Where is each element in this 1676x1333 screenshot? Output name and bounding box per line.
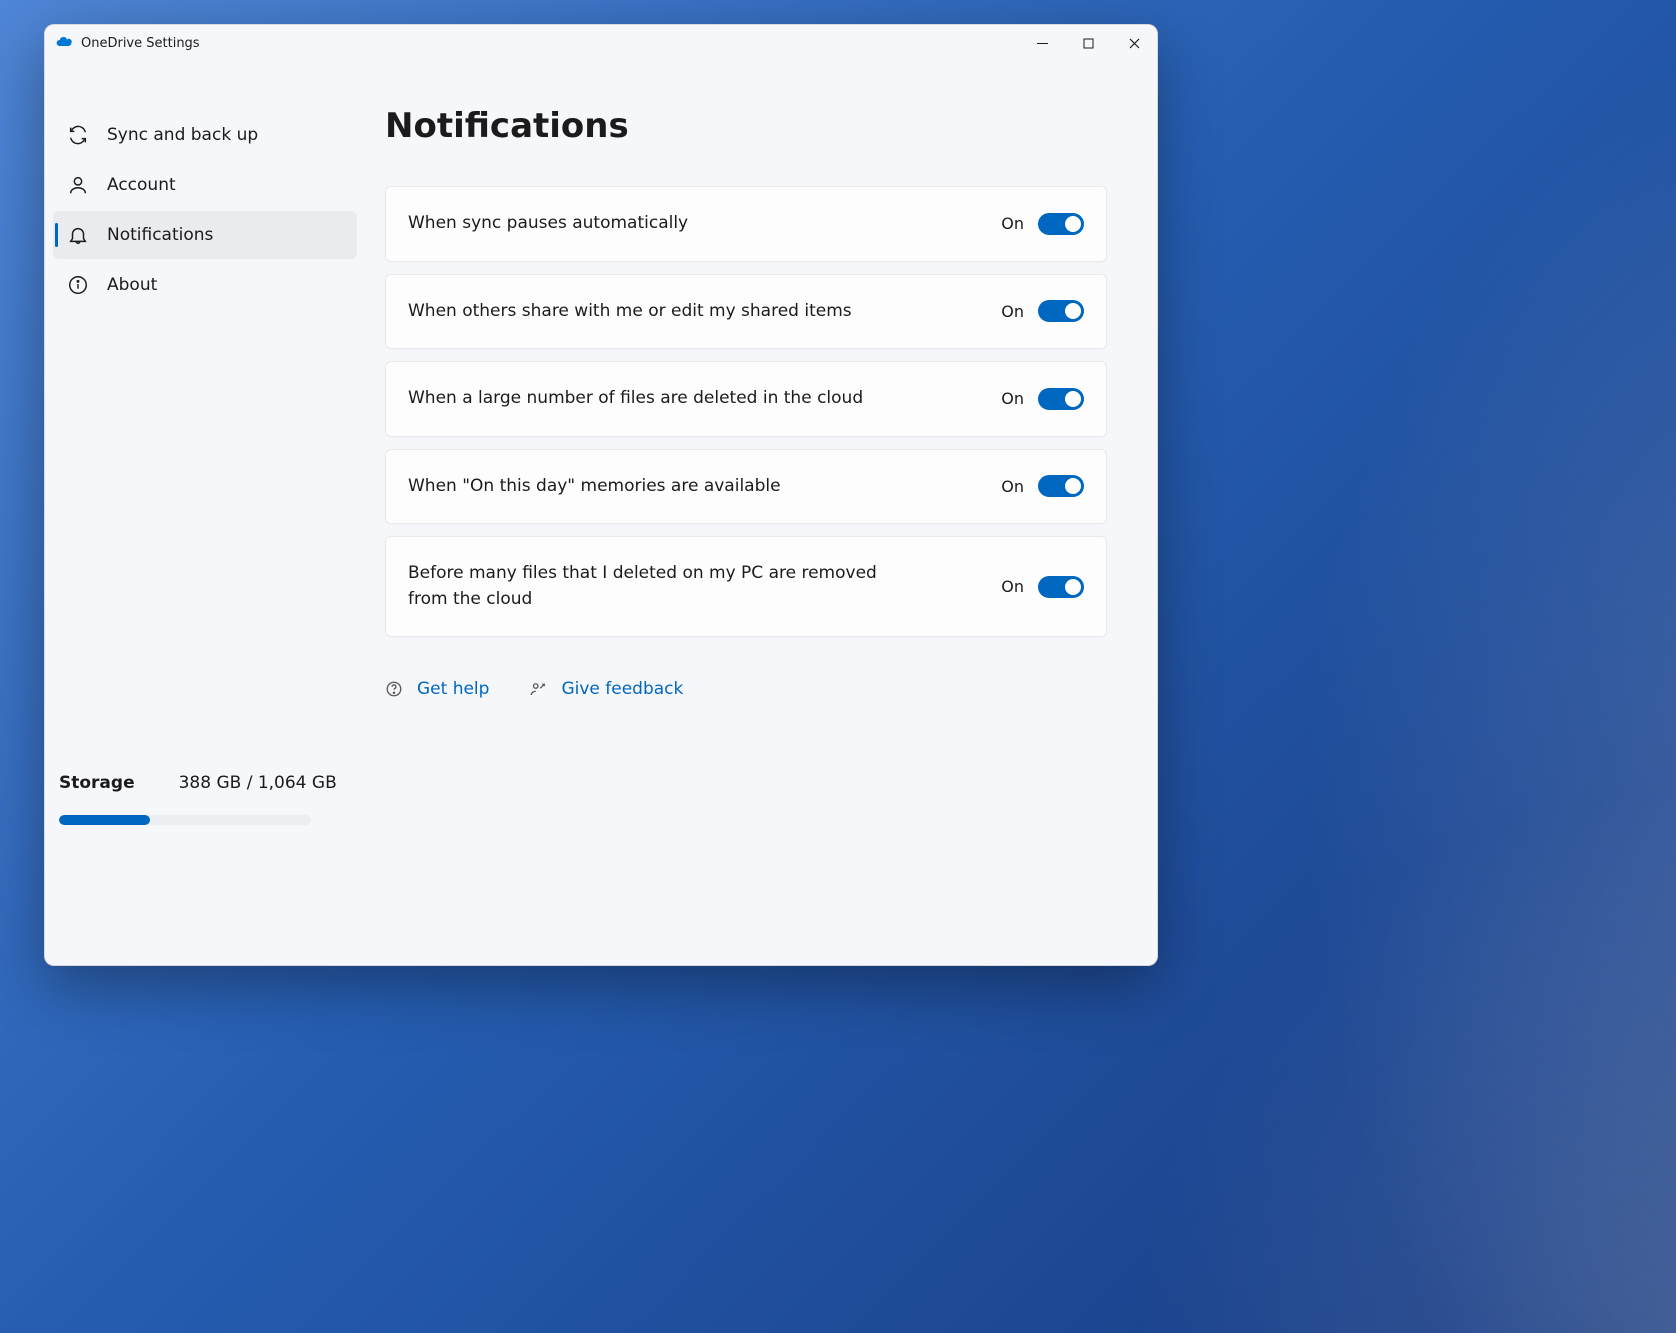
storage-section: Storage 388 GB / 1,064 GB [53, 773, 357, 945]
info-icon [67, 274, 89, 296]
setting-label: When "On this day" memories are availabl… [408, 474, 781, 500]
get-help-link[interactable]: Get help [385, 679, 489, 699]
toggle-switch[interactable] [1038, 475, 1084, 497]
setting-before-pc-delete: Before many files that I deleted on my P… [385, 536, 1107, 637]
help-links: Get help Give feedback [385, 679, 1107, 699]
onedrive-icon [55, 34, 73, 52]
toggle-switch[interactable] [1038, 576, 1084, 598]
person-icon [67, 174, 89, 196]
toggle-state: On [1001, 477, 1024, 496]
toggle-state: On [1001, 214, 1024, 233]
setting-sync-pauses: When sync pauses automatically On [385, 186, 1107, 262]
close-button[interactable] [1111, 25, 1157, 61]
sidebar-item-label: Notifications [107, 225, 213, 245]
maximize-button[interactable] [1065, 25, 1111, 61]
sidebar-item-account[interactable]: Account [53, 161, 357, 209]
toggle-state: On [1001, 389, 1024, 408]
sidebar-item-label: Account [107, 175, 176, 195]
sidebar-item-label: About [107, 275, 157, 295]
minimize-button[interactable] [1019, 25, 1065, 61]
storage-progress-bar [59, 815, 311, 825]
storage-progress-fill [59, 815, 150, 825]
help-icon [385, 680, 403, 698]
give-feedback-link[interactable]: Give feedback [529, 679, 683, 699]
window-title: OneDrive Settings [81, 36, 200, 51]
toggle-switch[interactable] [1038, 213, 1084, 235]
bell-icon [67, 224, 89, 246]
sidebar-item-sync-and-back-up[interactable]: Sync and back up [53, 111, 357, 159]
toggle-switch[interactable] [1038, 388, 1084, 410]
toggle-state: On [1001, 302, 1024, 321]
setting-label: When others share with me or edit my sha… [408, 299, 852, 325]
setting-large-delete-cloud: When a large number of files are deleted… [385, 361, 1107, 437]
window-controls [1019, 25, 1157, 61]
setting-label: When a large number of files are deleted… [408, 386, 863, 412]
setting-others-share: When others share with me or edit my sha… [385, 274, 1107, 350]
onedrive-settings-window: OneDrive Settings Sync and back up [44, 24, 1158, 966]
sidebar: Sync and back up Account Notifications [45, 61, 365, 965]
storage-label: Storage [59, 773, 135, 793]
setting-label: Before many files that I deleted on my P… [408, 561, 888, 612]
sidebar-item-notifications[interactable]: Notifications [53, 211, 357, 259]
toggle-switch[interactable] [1038, 300, 1084, 322]
sync-icon [67, 124, 89, 146]
storage-usage: 388 GB / 1,064 GB [179, 773, 337, 793]
main-content: Notifications When sync pauses automatic… [365, 61, 1157, 965]
link-label: Give feedback [561, 679, 683, 699]
feedback-icon [529, 680, 547, 698]
notification-settings-list: When sync pauses automatically On When o… [385, 186, 1107, 637]
link-label: Get help [417, 679, 489, 699]
sidebar-item-label: Sync and back up [107, 125, 258, 145]
sidebar-nav: Sync and back up Account Notifications [53, 111, 357, 309]
sidebar-item-about[interactable]: About [53, 261, 357, 309]
toggle-state: On [1001, 577, 1024, 596]
setting-label: When sync pauses automatically [408, 211, 688, 237]
page-title: Notifications [385, 106, 1107, 146]
titlebar[interactable]: OneDrive Settings [45, 25, 1157, 61]
setting-on-this-day: When "On this day" memories are availabl… [385, 449, 1107, 525]
